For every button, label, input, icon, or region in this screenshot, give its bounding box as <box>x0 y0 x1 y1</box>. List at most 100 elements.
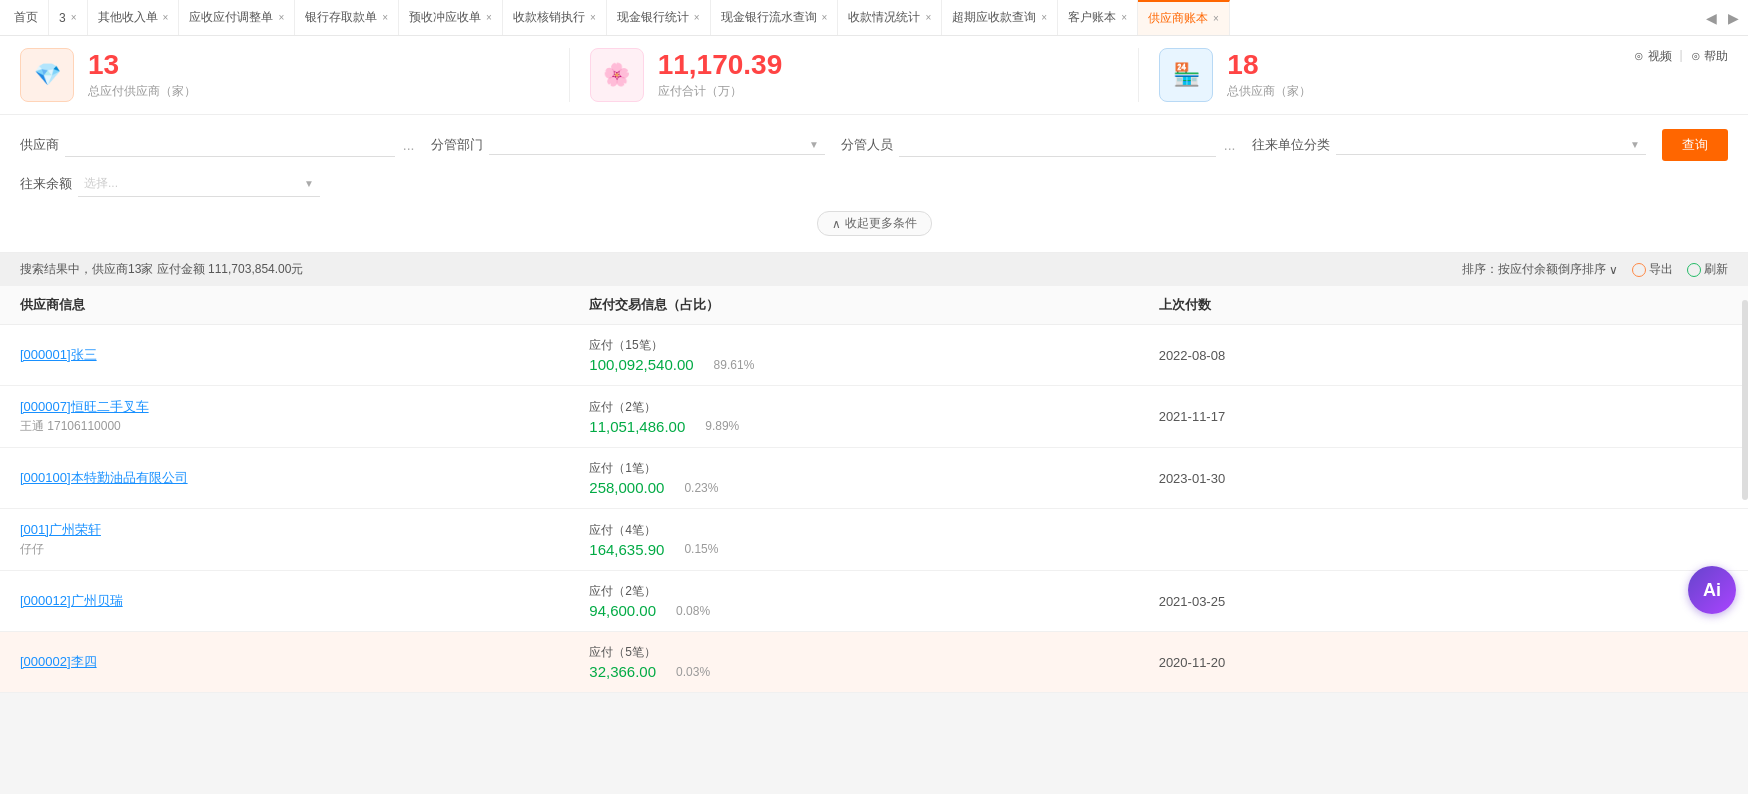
tx-amount-2[interactable]: 258,000.00 <box>589 479 664 496</box>
close-tab-icon[interactable]: × <box>486 12 492 23</box>
nav-tab-预收冲应收单[interactable]: 预收冲应收单× <box>399 0 503 35</box>
collapse-button[interactable]: ∧ 收起更多条件 <box>817 211 932 236</box>
nav-tab-应收应付调整单[interactable]: 应收应付调整单× <box>179 0 295 35</box>
tx-amount-0[interactable]: 100,092,540.00 <box>589 356 693 373</box>
scrollbar[interactable] <box>1742 300 1748 500</box>
balance-select[interactable]: 选择... ▼ <box>78 171 320 197</box>
nav-tab-收款情况统计[interactable]: 收款情况统计× <box>838 0 942 35</box>
tx-cell-0: 应付（15笔）100,092,540.0089.61% <box>589 337 1158 373</box>
export-icon <box>1632 263 1646 277</box>
table-row: [000012]广州贝瑞应付（2笔）94,600.000.08%2021-03-… <box>0 571 1748 632</box>
supplier-link-0[interactable]: [000001]张三 <box>20 346 589 364</box>
tx-label-5: 应付（5笔） <box>589 644 1158 661</box>
search-button[interactable]: 查询 <box>1662 129 1728 161</box>
stat-label-2: 总供应商（家） <box>1227 83 1311 100</box>
close-tab-icon[interactable]: × <box>163 12 169 23</box>
category-filter: 往来单位分类 ▼ <box>1252 135 1647 155</box>
supplier-cell-3: [001]广州荣轩仔仔 <box>20 521 589 558</box>
nav-tab-现金银行流水查询[interactable]: 现金银行流水查询× <box>711 0 839 35</box>
tx-amount-3[interactable]: 164,635.90 <box>589 541 664 558</box>
supplier-input[interactable] <box>65 134 395 157</box>
tx-percent-4: 0.08% <box>676 604 710 618</box>
refresh-icon <box>1687 263 1701 277</box>
collapse-icon: ∧ <box>832 217 841 231</box>
tx-row-3: 164,635.900.15% <box>589 541 1158 558</box>
close-tab-icon[interactable]: × <box>694 12 700 23</box>
table-row: [000002]李四应付（5笔）32,366.000.03%2020-11-20 <box>0 632 1748 693</box>
close-tab-icon[interactable]: × <box>822 12 828 23</box>
nav-tab-银行存取款单[interactable]: 银行存取款单× <box>295 0 399 35</box>
export-button[interactable]: 导出 <box>1632 261 1673 278</box>
tx-row-5: 32,366.00 0.03% <box>589 663 1158 680</box>
refresh-button[interactable]: 刷新 <box>1687 261 1728 278</box>
results-actions: 排序：按应付余额倒序排序 ∨ 导出 刷新 <box>1462 261 1728 278</box>
close-tab-icon[interactable]: × <box>1041 12 1047 23</box>
last-pay-4: 2021-03-25 <box>1159 594 1728 609</box>
last-pay-2: 2023-01-30 <box>1159 471 1728 486</box>
tx-row-0: 100,092,540.0089.61% <box>589 356 1158 373</box>
tx-percent-5: 0.03% <box>676 665 710 679</box>
balance-label: 往来余额 <box>20 175 72 193</box>
tx-cell-1: 应付（2笔）11,051,486.009.89% <box>589 399 1158 435</box>
nav-tab-现金银行统计[interactable]: 现金银行统计× <box>607 0 711 35</box>
stat-block-1: 🌸11,170.39应付合计（万） <box>590 48 1140 102</box>
supplier-sub-3: 仔仔 <box>20 541 589 558</box>
tx-amount-4[interactable]: 94,600.00 <box>589 602 656 619</box>
close-tab-icon[interactable]: × <box>925 12 931 23</box>
help-link[interactable]: ⊙ 帮助 <box>1691 48 1728 65</box>
supplier-dots[interactable]: ... <box>403 137 415 153</box>
tx-amount-1[interactable]: 11,051,486.00 <box>589 418 685 435</box>
nav-tab-首页[interactable]: 首页 <box>4 0 49 35</box>
supplier-link-5[interactable]: [000002]李四 <box>20 653 589 671</box>
nav-tab-3[interactable]: 3× <box>49 0 88 35</box>
top-nav: 首页3×其他收入单×应收应付调整单×银行存取款单×预收冲应收单×收款核销执行×现… <box>0 0 1748 36</box>
person-input[interactable] <box>899 134 1216 157</box>
close-tab-icon[interactable]: × <box>71 12 77 23</box>
stat-num-2: 18 <box>1227 50 1311 81</box>
stats-bar: 💎13总应付供应商（家）🌸11,170.39应付合计（万）🏪18总供应商（家） … <box>0 36 1748 115</box>
balance-value: 选择... <box>84 175 304 192</box>
stat-block-2: 🏪18总供应商（家） <box>1159 48 1708 102</box>
nav-prev-arrow[interactable]: ◀ <box>1700 0 1722 36</box>
dept-select[interactable]: ▼ <box>489 135 826 155</box>
nav-tab-其他收入单[interactable]: 其他收入单× <box>88 0 180 35</box>
supplier-label: 供应商 <box>20 136 59 154</box>
category-label: 往来单位分类 <box>1252 136 1330 154</box>
filter-area: 供应商 ... 分管部门 ▼ 分管人员 ... 往来单位分类 ▼ 查询 往来 <box>0 115 1748 253</box>
stat-icon-1: 🌸 <box>590 48 644 102</box>
close-tab-icon[interactable]: × <box>1213 13 1219 24</box>
category-select[interactable]: ▼ <box>1336 135 1647 155</box>
supplier-link-3[interactable]: [001]广州荣轩 <box>20 521 589 539</box>
close-tab-icon[interactable]: × <box>278 12 284 23</box>
nav-tab-客户账本[interactable]: 客户账本× <box>1058 0 1138 35</box>
stat-icon-0: 💎 <box>20 48 74 102</box>
supplier-link-4[interactable]: [000012]广州贝瑞 <box>20 592 589 610</box>
close-tab-icon[interactable]: × <box>590 12 596 23</box>
tx-cell-4: 应付（2笔）94,600.000.08% <box>589 583 1158 619</box>
ai-badge[interactable]: Ai <box>1688 566 1736 614</box>
table-body: [000001]张三应付（15笔）100,092,540.0089.61%202… <box>0 325 1748 693</box>
close-tab-icon[interactable]: × <box>1121 12 1127 23</box>
balance-arrow: ▼ <box>304 178 314 189</box>
person-filter: 分管人员 ... <box>841 134 1236 157</box>
supplier-link-2[interactable]: [000100]本特勤油品有限公司 <box>20 469 589 487</box>
tx-amount-5[interactable]: 32,366.00 <box>589 663 656 680</box>
tx-cell-3: 应付（4笔） 164,635.900.15% <box>589 522 1158 558</box>
tx-label-2: 应付（1笔） <box>589 460 1158 477</box>
table-row: [001]广州荣轩仔仔应付（4笔） 164,635.900.15% <box>0 509 1748 571</box>
supplier-cell-1: [000007]恒旺二手叉车王通 17106110000 <box>20 398 589 435</box>
supplier-link-1[interactable]: [000007]恒旺二手叉车 <box>20 398 589 416</box>
person-dots[interactable]: ... <box>1224 137 1236 153</box>
col-lastpay: 上次付数 <box>1159 296 1728 314</box>
last-pay-0: 2022-08-08 <box>1159 348 1728 363</box>
video-link[interactable]: ⊙ 视频 <box>1634 48 1671 65</box>
sort-button[interactable]: 排序：按应付余额倒序排序 ∨ <box>1462 261 1618 278</box>
nav-next-arrow[interactable]: ▶ <box>1722 0 1744 36</box>
sort-arrow: ∨ <box>1609 263 1618 277</box>
nav-tab-收款核销执行[interactable]: 收款核销执行× <box>503 0 607 35</box>
nav-tab-超期应收款查询[interactable]: 超期应收款查询× <box>942 0 1058 35</box>
nav-tab-供应商账本[interactable]: 供应商账本× <box>1138 0 1230 35</box>
tx-label-3: 应付（4笔） <box>589 522 1158 539</box>
close-tab-icon[interactable]: × <box>382 12 388 23</box>
stat-num-0: 13 <box>88 50 196 81</box>
